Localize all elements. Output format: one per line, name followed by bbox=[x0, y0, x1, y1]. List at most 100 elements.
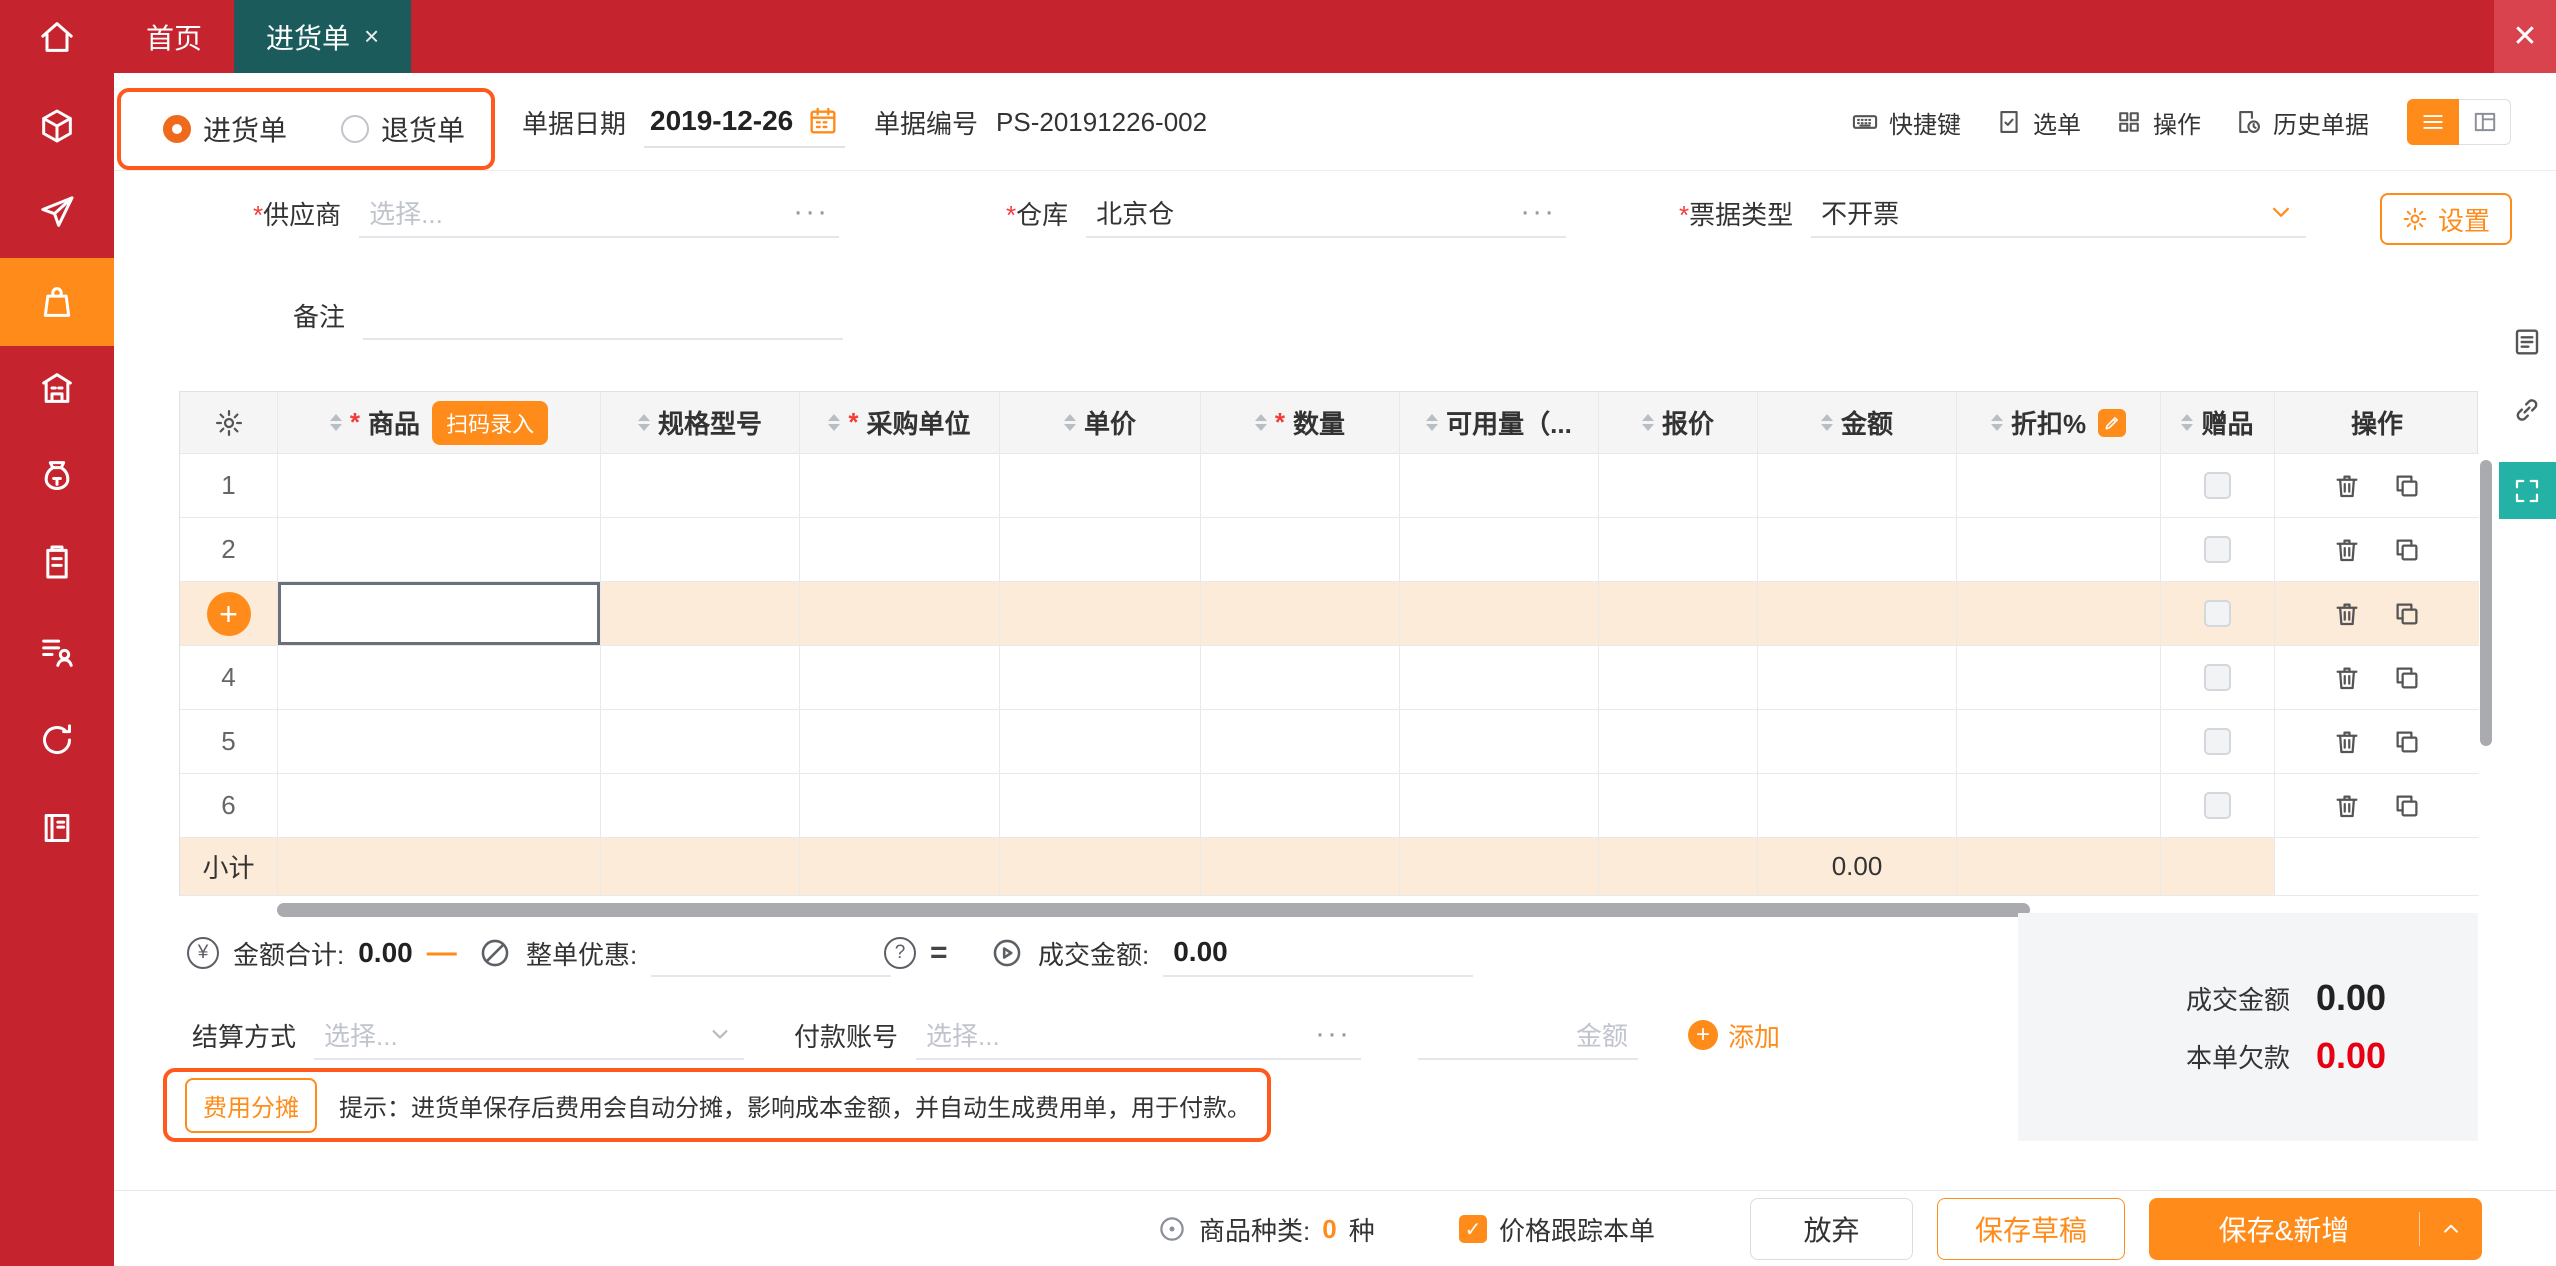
copy-row-icon[interactable] bbox=[2392, 535, 2422, 565]
sidebar-item-sync[interactable] bbox=[0, 696, 114, 784]
cell-available[interactable] bbox=[1400, 774, 1599, 838]
sidebar-item-inventory[interactable] bbox=[0, 82, 114, 170]
delete-row-icon[interactable] bbox=[2332, 599, 2362, 629]
cell-price[interactable] bbox=[1000, 646, 1201, 710]
cell-price[interactable] bbox=[1000, 710, 1201, 774]
sidebar-item-ledger[interactable] bbox=[0, 784, 114, 872]
sidebar-item-warehouse[interactable] bbox=[0, 344, 114, 432]
cell-price[interactable] bbox=[1000, 454, 1201, 518]
cell-amount[interactable] bbox=[1758, 454, 1957, 518]
gift-checkbox[interactable] bbox=[2204, 600, 2231, 627]
cell-qty[interactable] bbox=[1201, 454, 1400, 518]
add-row-button[interactable]: + bbox=[206, 591, 251, 636]
cell-price[interactable] bbox=[1000, 582, 1201, 646]
link-icon[interactable] bbox=[2511, 394, 2543, 426]
delete-row-icon[interactable] bbox=[2332, 791, 2362, 821]
list-view-toggle[interactable] bbox=[2407, 99, 2459, 145]
cell-quote[interactable] bbox=[1599, 710, 1758, 774]
fee-allocation-button[interactable]: 费用分摊 bbox=[185, 1077, 317, 1133]
gift-checkbox[interactable] bbox=[2204, 536, 2231, 563]
cell-qty[interactable] bbox=[1201, 582, 1400, 646]
cell-unit[interactable] bbox=[800, 710, 1000, 774]
settlement-method-select[interactable]: 选择... bbox=[314, 1010, 745, 1060]
sort-icon[interactable] bbox=[637, 414, 650, 431]
cell-unit[interactable] bbox=[800, 646, 1000, 710]
gift-checkbox[interactable] bbox=[2204, 792, 2231, 819]
tab-home[interactable]: 首页 bbox=[114, 0, 234, 73]
cell-spec[interactable] bbox=[601, 454, 800, 518]
delete-row-icon[interactable] bbox=[2332, 535, 2362, 565]
chevron-up-icon[interactable] bbox=[2420, 1216, 2482, 1242]
sort-icon[interactable] bbox=[1063, 414, 1076, 431]
sort-icon[interactable] bbox=[1820, 414, 1833, 431]
layout-view-toggle[interactable] bbox=[2459, 99, 2511, 145]
cell-price[interactable] bbox=[1000, 774, 1201, 838]
cell-quote[interactable] bbox=[1599, 582, 1758, 646]
chevron-down-icon[interactable] bbox=[706, 1020, 734, 1048]
cell-amount[interactable] bbox=[1758, 582, 1957, 646]
shortcut-keys-button[interactable]: 快捷键 bbox=[1851, 105, 1961, 140]
discount-edit-icon[interactable] bbox=[2098, 408, 2127, 437]
cell-discount[interactable] bbox=[1957, 518, 2161, 582]
remark-input[interactable] bbox=[363, 290, 844, 340]
cell-product[interactable] bbox=[278, 646, 601, 710]
cell-amount[interactable] bbox=[1758, 774, 1957, 838]
delete-row-icon[interactable] bbox=[2332, 471, 2362, 501]
cell-spec[interactable] bbox=[601, 518, 800, 582]
history-documents-button[interactable]: 历史单据 bbox=[2235, 105, 2369, 140]
sort-icon[interactable] bbox=[1254, 414, 1267, 431]
radio-purchase-order[interactable]: 进货单 bbox=[163, 109, 287, 149]
question-circle-icon[interactable]: ? bbox=[884, 937, 916, 969]
warehouse-select-input[interactable]: 北京仓 ··· bbox=[1086, 188, 1567, 238]
cell-quote[interactable] bbox=[1599, 454, 1758, 518]
copy-row-icon[interactable] bbox=[2392, 791, 2422, 821]
sidebar-item-home[interactable] bbox=[0, 0, 114, 73]
sort-icon[interactable] bbox=[2181, 414, 2194, 431]
cell-product[interactable] bbox=[278, 518, 601, 582]
cell-quote[interactable] bbox=[1599, 518, 1758, 582]
cell-qty[interactable] bbox=[1201, 518, 1400, 582]
price-track-toggle[interactable]: ✓ 价格跟踪本单 bbox=[1459, 1191, 1655, 1266]
sidebar-item-sales[interactable] bbox=[0, 168, 114, 256]
delete-row-icon[interactable] bbox=[2332, 727, 2362, 757]
radio-return-order[interactable]: 退货单 bbox=[341, 109, 465, 149]
sort-icon[interactable] bbox=[329, 414, 342, 431]
cell-discount[interactable] bbox=[1957, 646, 2161, 710]
tab-purchase-order[interactable]: 进货单 × bbox=[234, 0, 412, 73]
gift-checkbox[interactable] bbox=[2204, 728, 2231, 755]
sidebar-item-contacts[interactable] bbox=[0, 608, 114, 696]
order-discount-input[interactable] bbox=[651, 929, 892, 977]
cell-spec[interactable] bbox=[601, 774, 800, 838]
cell-qty[interactable] bbox=[1201, 774, 1400, 838]
checked-checkbox-icon[interactable]: ✓ bbox=[1459, 1215, 1487, 1243]
settings-button[interactable]: 设置 bbox=[2380, 193, 2513, 245]
copy-row-icon[interactable] bbox=[2392, 663, 2422, 693]
copy-row-icon[interactable] bbox=[2392, 599, 2422, 629]
supplier-select-input[interactable]: 选择... ··· bbox=[359, 188, 840, 238]
sort-icon[interactable] bbox=[828, 414, 841, 431]
cell-amount[interactable] bbox=[1758, 518, 1957, 582]
cell-discount[interactable] bbox=[1957, 582, 2161, 646]
cell-available[interactable] bbox=[1400, 710, 1599, 774]
payment-account-select[interactable]: 选择... ··· bbox=[916, 1010, 1362, 1060]
horizontal-scrollbar[interactable] bbox=[277, 903, 2030, 917]
cell-spec[interactable] bbox=[601, 646, 800, 710]
save-and-new-button[interactable]: 保存&新增 bbox=[2149, 1198, 2482, 1260]
cell-discount[interactable] bbox=[1957, 710, 2161, 774]
cell-spec[interactable] bbox=[601, 710, 800, 774]
delete-row-icon[interactable] bbox=[2332, 663, 2362, 693]
gear-icon[interactable] bbox=[214, 408, 244, 438]
sort-icon[interactable] bbox=[1426, 414, 1439, 431]
cell-unit[interactable] bbox=[800, 518, 1000, 582]
cell-unit[interactable] bbox=[800, 774, 1000, 838]
cell-product[interactable] bbox=[278, 710, 601, 774]
cell-discount[interactable] bbox=[1957, 454, 2161, 518]
cell-available[interactable] bbox=[1400, 582, 1599, 646]
cell-qty[interactable] bbox=[1201, 646, 1400, 710]
tab-close-icon[interactable]: × bbox=[364, 21, 379, 52]
cell-spec[interactable] bbox=[601, 582, 800, 646]
cell-amount[interactable] bbox=[1758, 646, 1957, 710]
sort-icon[interactable] bbox=[1990, 414, 2003, 431]
scan-entry-button[interactable]: 扫码录入 bbox=[432, 400, 549, 445]
cell-product[interactable] bbox=[278, 454, 601, 518]
